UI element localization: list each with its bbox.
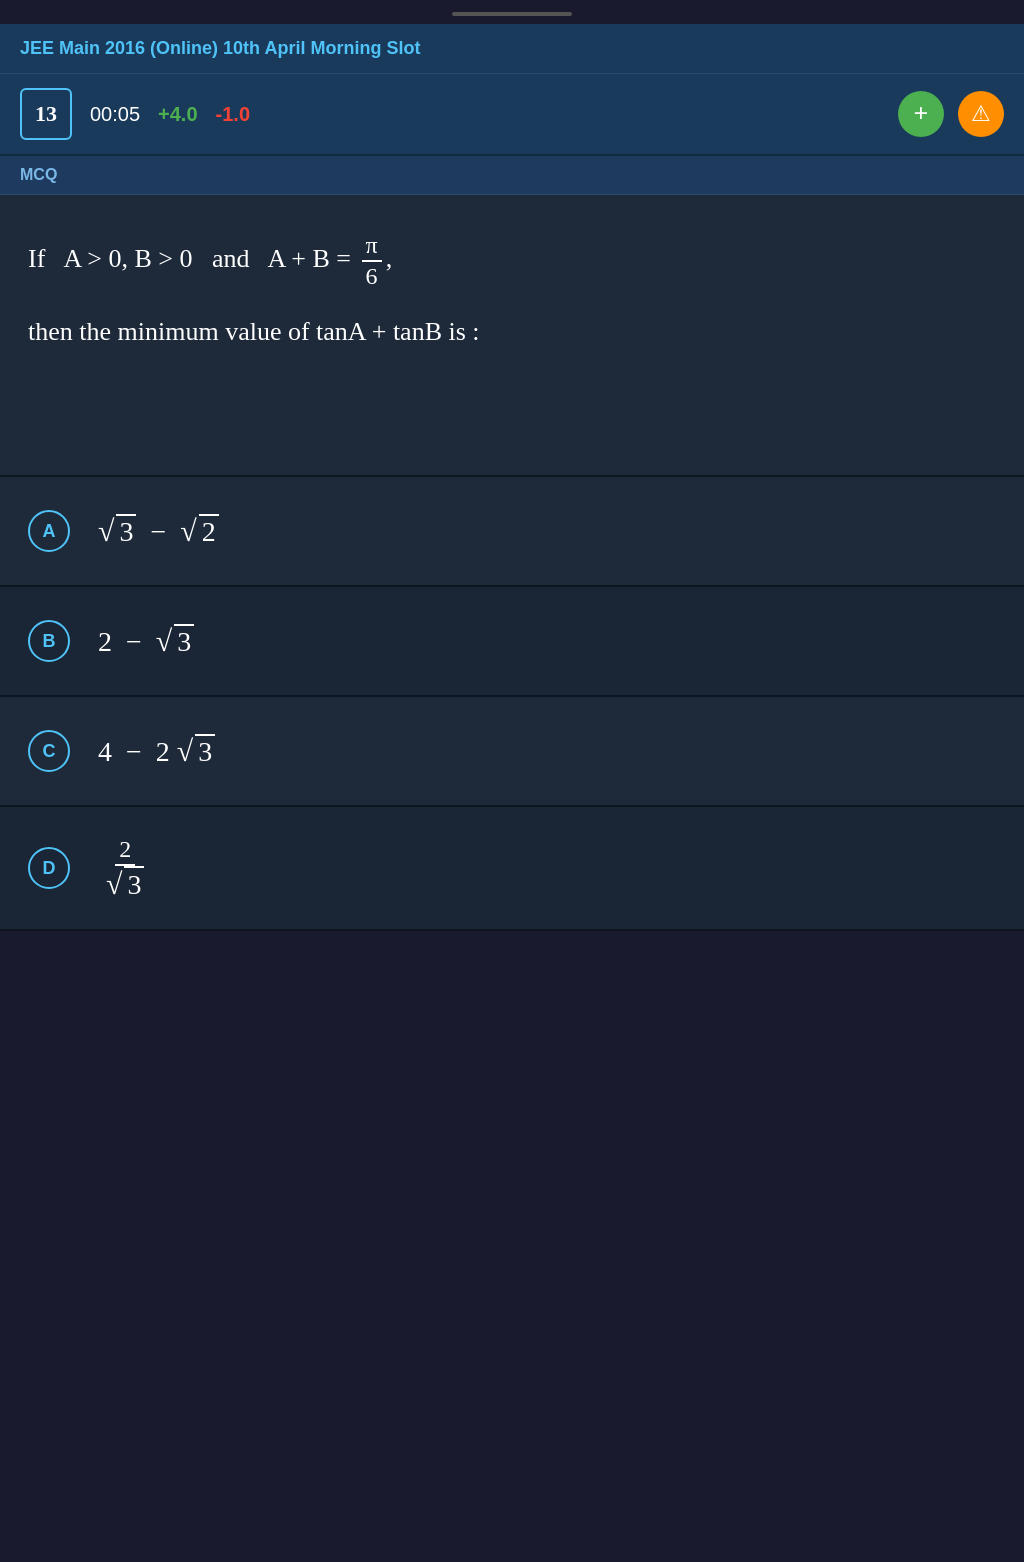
- question-line1: If A > 0, B > 0 and A + B = π 6 ,: [28, 231, 996, 291]
- exam-title: JEE Main 2016 (Online) 10th April Mornin…: [20, 38, 420, 58]
- meta-actions: + ⚠: [898, 91, 1004, 137]
- question-line2: then the minimum value of tanA + tanB is…: [28, 311, 996, 353]
- option-a-circle: A: [28, 510, 70, 552]
- options-section: A √ 3 − √ 2 B 2 − √ 3 C 4 − 2: [0, 477, 1024, 931]
- option-d-circle: D: [28, 847, 70, 889]
- option-b[interactable]: B 2 − √ 3: [0, 587, 1024, 697]
- option-b-circle: B: [28, 620, 70, 662]
- option-a-text: √ 3 − √ 2: [98, 514, 219, 548]
- top-bar: [0, 0, 1024, 24]
- question-type-label: MCQ: [0, 156, 1024, 195]
- option-c-text: 4 − 2 √ 3: [98, 734, 215, 768]
- option-a[interactable]: A √ 3 − √ 2: [0, 477, 1024, 587]
- minus-mark: -1.0: [216, 103, 250, 126]
- question-number: 13: [20, 88, 72, 140]
- notch-line: [452, 12, 572, 16]
- fraction-pi-6: π 6: [362, 231, 382, 291]
- flag-button[interactable]: ⚠: [958, 91, 1004, 137]
- option-d[interactable]: D 2 √ 3: [0, 807, 1024, 931]
- question-body: If A > 0, B > 0 and A + B = π 6 , then t…: [0, 195, 1024, 475]
- option-c-circle: C: [28, 730, 70, 772]
- meta-info: 00:05 +4.0 -1.0: [90, 103, 898, 126]
- header: JEE Main 2016 (Online) 10th April Mornin…: [0, 24, 1024, 74]
- fraction-2-sqrt3: 2 √ 3: [102, 835, 148, 901]
- timer: 00:05: [90, 103, 140, 126]
- option-d-text: 2 √ 3: [98, 835, 152, 901]
- question-text: If A > 0, B > 0 and A + B = π 6 , then t…: [28, 231, 996, 352]
- question-meta-row: 13 00:05 +4.0 -1.0 + ⚠: [0, 74, 1024, 156]
- add-button[interactable]: +: [898, 91, 944, 137]
- option-c[interactable]: C 4 − 2 √ 3: [0, 697, 1024, 807]
- option-b-text: 2 − √ 3: [98, 624, 194, 658]
- plus-mark: +4.0: [158, 103, 197, 126]
